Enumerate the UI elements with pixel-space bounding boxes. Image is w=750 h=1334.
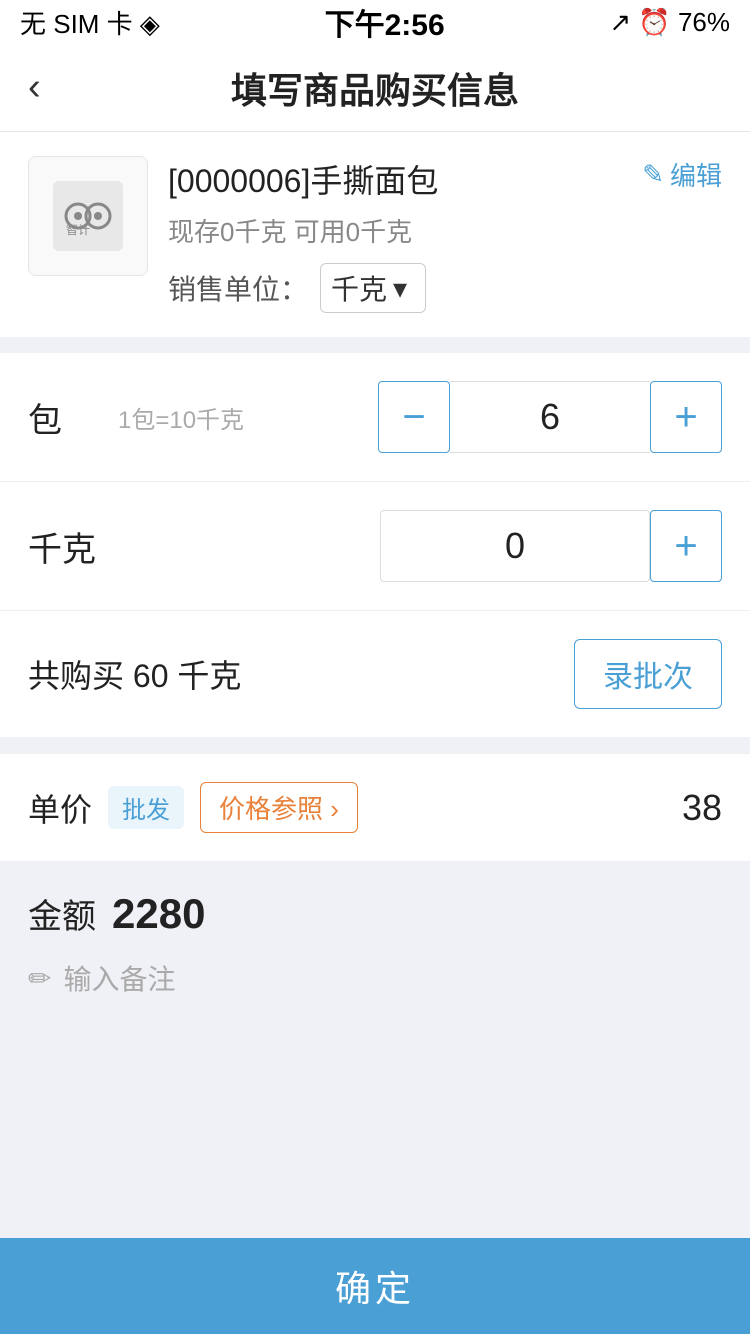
svg-text:智计: 智计 (66, 222, 90, 236)
amount-label: 金额 (28, 889, 96, 938)
amount-value: 2280 (112, 890, 205, 938)
amount-row: 金额 2280 (28, 889, 722, 938)
package-row: 包 1包=10千克 − + (0, 353, 750, 482)
product-stock: 现存0千克 可用0千克 (168, 212, 722, 249)
product-image: 智计 (28, 156, 148, 276)
no-sim-label: 无 SIM 卡 ◈ (20, 4, 160, 41)
price-tag: 批发 (108, 786, 184, 829)
package-plus-button[interactable]: + (650, 381, 722, 453)
kg-plus-button[interactable]: + (650, 510, 722, 582)
batch-button[interactable]: 录批次 (574, 639, 722, 709)
product-info: [0000006]手撕面包 ✎ 编辑 现存0千克 可用0千克 销售单位： 千克 … (168, 156, 722, 313)
status-icons: ↗ ⏰ 76% (609, 7, 730, 38)
pencil-icon: ✏ (28, 962, 51, 995)
package-input[interactable] (450, 381, 650, 453)
spacer (0, 1008, 750, 1208)
confirm-button[interactable]: 确定 (335, 1260, 415, 1312)
status-right: ↗ ⏰ 76% (609, 7, 730, 38)
amount-section: 金额 2280 ✏ 输入备注 (0, 861, 750, 1008)
product-unit-row: 销售单位： 千克 ▾ (168, 263, 722, 313)
edit-label: 编辑 (670, 156, 722, 193)
note-row[interactable]: ✏ 输入备注 (28, 958, 722, 998)
kg-input[interactable] (380, 510, 650, 582)
package-minus-button[interactable]: − (378, 381, 450, 453)
kg-label: 千克 (28, 522, 108, 571)
package-label: 包 (28, 393, 108, 442)
edit-icon: ✎ (642, 159, 664, 190)
price-section: 单价 批发 价格参照 › 38 (0, 753, 750, 861)
kg-quantity-control: + (380, 510, 722, 582)
unit-value: 千克 (331, 268, 387, 308)
back-button[interactable]: ‹ (28, 66, 41, 109)
summary-row: 共购买 60 千克 录批次 (0, 611, 750, 737)
product-logo: 智计 (53, 181, 123, 251)
product-card: 智计 [0000006]手撕面包 ✎ 编辑 现存0千克 可用0千克 销售单位： … (0, 132, 750, 337)
unit-select[interactable]: 千克 ▾ (320, 263, 426, 313)
price-row: 单价 批发 价格参照 › 38 (28, 782, 722, 833)
edit-button[interactable]: ✎ 编辑 (642, 156, 722, 193)
status-time: 下午2:56 (325, 0, 445, 44)
package-hint: 1包=10千克 (118, 400, 378, 435)
price-value: 38 (682, 787, 722, 829)
kg-row: 千克 + (0, 482, 750, 611)
page-title: 填写商品购买信息 (231, 62, 519, 114)
chevron-down-icon: ▾ (393, 272, 407, 305)
note-placeholder: 输入备注 (63, 958, 175, 998)
package-section: 包 1包=10千克 − + 千克 + 共购买 60 千克 录批次 (0, 353, 750, 737)
price-label: 单价 (28, 785, 92, 831)
price-ref-button[interactable]: 价格参照 › (200, 782, 358, 833)
status-left: 无 SIM 卡 ◈ (20, 4, 160, 41)
status-bar: 无 SIM 卡 ◈ 下午2:56 ↗ ⏰ 76% (0, 0, 750, 44)
summary-text: 共购买 60 千克 (28, 651, 241, 697)
package-quantity-control: − + (378, 381, 722, 453)
unit-label: 销售单位： (168, 268, 308, 308)
product-name: [0000006]手撕面包 (168, 156, 438, 202)
confirm-footer[interactable]: 确定 (0, 1238, 750, 1334)
nav-bar: ‹ 填写商品购买信息 (0, 44, 750, 132)
